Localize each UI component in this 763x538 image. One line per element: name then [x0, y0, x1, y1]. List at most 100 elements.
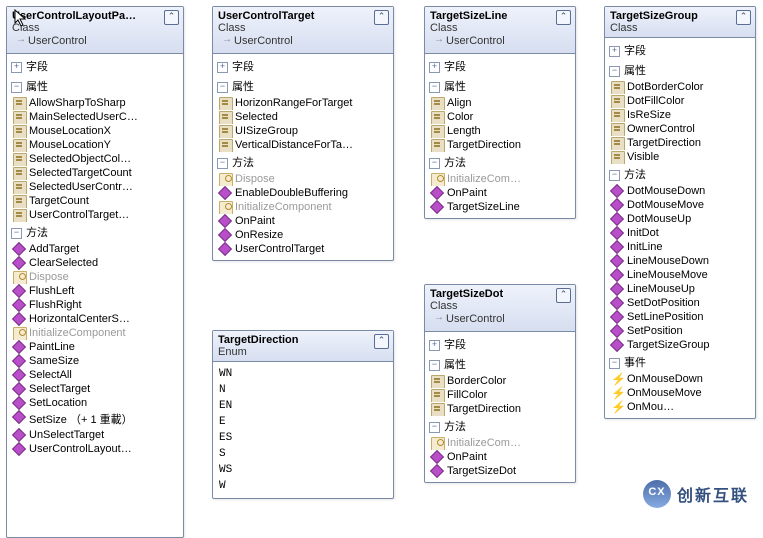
list-item[interactable]: OnMouseDown — [605, 372, 755, 386]
list-item[interactable]: OnPaint — [425, 450, 575, 464]
list-item[interactable]: SetSize （+ 1 重載） — [7, 410, 183, 428]
box-header[interactable]: TargetDirection Enum ⌃ — [213, 331, 393, 362]
list-item[interactable]: MainSelectedUserC… — [7, 110, 183, 124]
list-item[interactable]: VerticalDistanceForTa… — [213, 138, 393, 152]
section-fields[interactable]: +字段 — [425, 334, 575, 354]
list-item[interactable]: TargetSizeDot — [425, 464, 575, 478]
section-methods[interactable]: −方法 — [213, 152, 393, 172]
list-item[interactable]: SetLinePosition — [605, 310, 755, 324]
list-item[interactable]: InitDot — [605, 226, 755, 240]
list-item[interactable]: SetDotPosition — [605, 296, 755, 310]
box-header[interactable]: UserControlLayoutPa… Class UserControl ⌃ — [7, 7, 183, 54]
list-item[interactable]: Color — [425, 110, 575, 124]
list-item[interactable]: HorizontalCenterS… — [7, 312, 183, 326]
class-box-target[interactable]: UserControlTarget Class UserControl ⌃ +字… — [212, 6, 394, 261]
list-item[interactable]: TargetSizeLine — [425, 200, 575, 214]
list-item[interactable]: AllowSharpToSharp — [7, 96, 183, 110]
list-item[interactable]: SameSize — [7, 354, 183, 368]
list-item[interactable]: OnPaint — [425, 186, 575, 200]
list-item[interactable]: SelectTarget — [7, 382, 183, 396]
list-item[interactable]: PaintLine — [7, 340, 183, 354]
list-item[interactable]: DotFillColor — [605, 94, 755, 108]
collapse-icon[interactable]: ⌃ — [374, 334, 389, 349]
list-item[interactable]: SetLocation — [7, 396, 183, 410]
list-item[interactable]: BorderColor — [425, 374, 575, 388]
class-box-layoutpanel[interactable]: UserControlLayoutPa… Class UserControl ⌃… — [6, 6, 184, 538]
list-item[interactable]: LineMouseUp — [605, 282, 755, 296]
list-item[interactable]: DotMouseDown — [605, 184, 755, 198]
section-properties[interactable]: −属性 — [425, 76, 575, 96]
list-item[interactable]: Dispose — [7, 270, 183, 284]
list-item[interactable]: LineMouseMove — [605, 268, 755, 282]
collapse-icon[interactable]: ⌃ — [736, 10, 751, 25]
list-item[interactable]: TargetDirection — [605, 136, 755, 150]
list-item[interactable]: SelectedObjectCol… — [7, 152, 183, 166]
list-item[interactable]: UnSelectTarget — [7, 428, 183, 442]
section-fields[interactable]: +字段 — [213, 56, 393, 76]
section-events[interactable]: −事件 — [605, 352, 755, 372]
list-item[interactable]: InitializeCom… — [425, 172, 575, 186]
section-methods[interactable]: −方法 — [7, 222, 183, 242]
list-item[interactable]: InitializeComponent — [7, 326, 183, 340]
list-item[interactable]: Selected — [213, 110, 393, 124]
list-item[interactable]: SelectAll — [7, 368, 183, 382]
section-properties[interactable]: −属性 — [605, 60, 755, 80]
list-item[interactable]: TargetDirection — [425, 138, 575, 152]
section-fields[interactable]: +字段 — [7, 56, 183, 76]
list-item[interactable]: Length — [425, 124, 575, 138]
collapse-icon[interactable]: ⌃ — [164, 10, 179, 25]
section-properties[interactable]: −属性 — [7, 76, 183, 96]
list-item[interactable]: ClearSelected — [7, 256, 183, 270]
list-item[interactable]: OwnerControl — [605, 122, 755, 136]
enum-box-direction[interactable]: TargetDirection Enum ⌃ WN N EN E ES S WS… — [212, 330, 394, 499]
list-item[interactable]: UISizeGroup — [213, 124, 393, 138]
list-item[interactable]: AddTarget — [7, 242, 183, 256]
list-item[interactable]: Visible — [605, 150, 755, 164]
section-properties[interactable]: −属性 — [425, 354, 575, 374]
section-methods[interactable]: −方法 — [425, 416, 575, 436]
list-item[interactable]: InitializeComponent — [213, 200, 393, 214]
list-item[interactable]: OnMouseMove — [605, 386, 755, 400]
list-item[interactable]: InitLine — [605, 240, 755, 254]
list-item[interactable]: TargetSizeGroup — [605, 338, 755, 352]
list-item[interactable]: TargetCount — [7, 194, 183, 208]
box-header[interactable]: TargetSizeGroup Class ⌃ — [605, 7, 755, 38]
list-item[interactable]: Dispose — [213, 172, 393, 186]
list-item[interactable]: FlushLeft — [7, 284, 183, 298]
section-methods[interactable]: −方法 — [425, 152, 575, 172]
list-item[interactable]: OnResize — [213, 228, 393, 242]
list-item[interactable]: InitializeCom… — [425, 436, 575, 450]
list-item[interactable]: UserControlTarget — [213, 242, 393, 256]
collapse-icon[interactable]: ⌃ — [556, 288, 571, 303]
list-item[interactable]: DotMouseMove — [605, 198, 755, 212]
list-item[interactable]: TargetDirection — [425, 402, 575, 416]
list-item[interactable]: HorizonRangeForTarget — [213, 96, 393, 110]
section-methods[interactable]: −方法 — [605, 164, 755, 184]
list-item[interactable]: FlushRight — [7, 298, 183, 312]
list-item[interactable]: EnableDoubleBuffering — [213, 186, 393, 200]
section-fields[interactable]: +字段 — [425, 56, 575, 76]
list-item[interactable]: DotBorderColor — [605, 80, 755, 94]
box-header[interactable]: TargetSizeLine Class UserControl ⌃ — [425, 7, 575, 54]
section-properties[interactable]: −属性 — [213, 76, 393, 96]
list-item[interactable]: SelectedUserContr… — [7, 180, 183, 194]
collapse-icon[interactable]: ⌃ — [374, 10, 389, 25]
list-item[interactable]: SetPosition — [605, 324, 755, 338]
list-item[interactable]: OnPaint — [213, 214, 393, 228]
list-item[interactable]: MouseLocationX — [7, 124, 183, 138]
class-box-sizeline[interactable]: TargetSizeLine Class UserControl ⌃ +字段 −… — [424, 6, 576, 219]
list-item[interactable]: UserControlTarget… — [7, 208, 183, 222]
collapse-icon[interactable]: ⌃ — [556, 10, 571, 25]
list-item[interactable]: DotMouseUp — [605, 212, 755, 226]
box-header[interactable]: UserControlTarget Class UserControl ⌃ — [213, 7, 393, 54]
list-item[interactable]: Align — [425, 96, 575, 110]
section-fields[interactable]: +字段 — [605, 40, 755, 60]
class-box-sizegroup[interactable]: TargetSizeGroup Class ⌃ +字段 −属性 DotBorde… — [604, 6, 756, 419]
list-item[interactable]: FillColor — [425, 388, 575, 402]
list-item[interactable]: LineMouseDown — [605, 254, 755, 268]
list-item[interactable]: UserControlLayout… — [7, 442, 183, 456]
list-item[interactable]: SelectedTargetCount — [7, 166, 183, 180]
box-header[interactable]: TargetSizeDot Class UserControl ⌃ — [425, 285, 575, 332]
list-item[interactable]: MouseLocationY — [7, 138, 183, 152]
class-box-sizedot[interactable]: TargetSizeDot Class UserControl ⌃ +字段 −属… — [424, 284, 576, 483]
